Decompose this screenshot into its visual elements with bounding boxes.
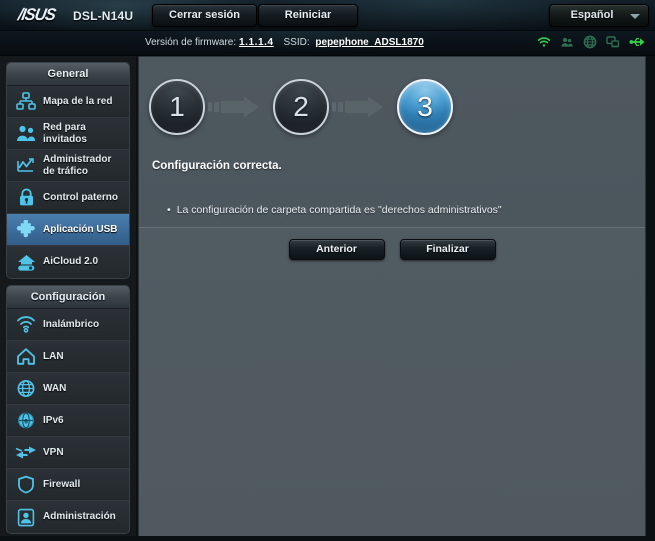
main-content-panel: 1 2 3 Configuración correcta. • La confi… (138, 56, 646, 537)
setup-wizard-panel: 1 2 3 Configuración correcta. • La confi… (139, 57, 645, 227)
result-note-item: La configuración de carpeta compartida e… (167, 204, 502, 216)
guest-network-icon[interactable] (560, 35, 574, 49)
sidebar-item-label: Administrador de tráfico (43, 154, 112, 177)
previous-button[interactable]: Anterior (288, 239, 385, 260)
result-title: Configuración correcta. (152, 160, 282, 172)
ssid-label: SSID: (283, 37, 310, 48)
language-selector-label: Español (570, 9, 614, 21)
step-3-circle[interactable]: 3 (397, 79, 453, 135)
network-map-icon (14, 92, 38, 111)
sidebar-item-lan[interactable]: LAN (7, 341, 129, 373)
top-header-bar: /ISUS DSL-N14U Cerrar sesión Reiniciar E… (0, 0, 655, 31)
sidebar-group-advanced: Configuración avanzada Inalámbrico LAN (6, 285, 130, 534)
globe-icon[interactable] (583, 35, 597, 49)
sidebar-item-label: VPN (43, 446, 64, 458)
asus-logo: /ISUS (16, 6, 57, 25)
firmware-ssid-text: Versión de firmware: 1.1.1.4 SSID: pepep… (145, 37, 424, 48)
sidebar-item-firewall[interactable]: Firewall (7, 469, 129, 501)
admin-user-icon (14, 508, 38, 527)
status-icon-tray (537, 35, 645, 49)
ssid-value[interactable]: pepephone_ADSL1870 (315, 37, 423, 48)
sidebar-item-label: Aplicación USB (43, 223, 118, 235)
step-arrow-1 (205, 94, 273, 120)
puzzle-icon (14, 220, 38, 239)
globe-icon (14, 379, 38, 398)
sidebar-item-label: Firewall (43, 478, 81, 490)
sidebar-item-label: IPv6 (43, 414, 64, 426)
step-arrow-2 (329, 94, 397, 120)
sidebar-item-wan[interactable]: WAN (7, 373, 129, 405)
sidebar-group-general: General Mapa de la red Red para invitado… (6, 62, 130, 279)
sidebar-item-guest-network[interactable]: Red para invitados (7, 118, 129, 150)
step-indicator: 1 2 3 (149, 79, 453, 135)
sidebar-item-network-map[interactable]: Mapa de la red (7, 86, 129, 118)
panel-divider (139, 227, 645, 228)
vpn-arrows-icon (14, 443, 38, 462)
sidebar-item-label: Inalámbrico (43, 318, 100, 330)
usb-icon[interactable] (629, 35, 645, 49)
sidebar-item-label: LAN (43, 350, 64, 362)
wifi-icon[interactable] (537, 35, 551, 49)
svg-text:6: 6 (24, 418, 28, 425)
home-icon (14, 347, 38, 366)
finish-button[interactable]: Finalizar (399, 239, 496, 260)
sidebar-item-label: Mapa de la red (43, 95, 113, 107)
sidebar-item-label: Red para invitados (43, 122, 87, 145)
sidebar-item-administration[interactable]: Administración (7, 501, 129, 533)
sidebar-item-aicloud[interactable]: AiCloud 2.0 (7, 246, 129, 278)
sidebar-item-vpn[interactable]: VPN (7, 437, 129, 469)
sidebar-item-usb-application[interactable]: Aplicación USB (7, 214, 129, 246)
firmware-version-value[interactable]: 1.1.1.4 (239, 37, 274, 48)
wizard-action-panel: Anterior Finalizar (139, 227, 645, 537)
sidebar-item-traffic-manager[interactable]: Administrador de tráfico (7, 150, 129, 182)
bottom-edge-frame (0, 536, 655, 541)
traffic-chart-icon (14, 156, 38, 175)
guest-users-icon (14, 124, 38, 143)
sidebar-item-wireless[interactable]: Inalámbrico (7, 309, 129, 341)
sidebar-item-ipv6[interactable]: 6 IPv6 (7, 405, 129, 437)
language-selector[interactable]: Español (549, 4, 649, 27)
wizard-button-row: Anterior Finalizar (139, 239, 645, 260)
sidebar-item-label: AiCloud 2.0 (43, 256, 99, 268)
sidebar-group-title-general: General (7, 63, 129, 86)
step-1-circle[interactable]: 1 (149, 79, 205, 135)
chevron-down-icon (630, 14, 640, 19)
sidebar-item-label: WAN (43, 382, 67, 394)
cloud-home-icon (14, 253, 38, 272)
logout-button[interactable]: Cerrar sesión (152, 4, 257, 27)
ipv6-globe-icon: 6 (14, 411, 38, 430)
sidebar-item-parental-control[interactable]: Control paterno (7, 182, 129, 214)
sidebar-navigation: General Mapa de la red Red para invitado… (0, 56, 136, 541)
router-model-label: DSL-N14U (73, 9, 134, 23)
step-2-circle[interactable]: 2 (273, 79, 329, 135)
shield-icon (14, 475, 38, 494)
sidebar-item-label: Administración (43, 511, 116, 523)
devices-icon[interactable] (606, 35, 620, 49)
wifi-icon (14, 315, 38, 334)
sidebar-item-label: Control paterno (43, 191, 118, 203)
right-edge-frame (646, 56, 655, 541)
firmware-version-label: Versión de firmware: (145, 37, 237, 48)
firmware-info-bar: Versión de firmware: 1.1.1.4 SSID: pepep… (0, 31, 655, 56)
lock-icon (14, 188, 38, 207)
reboot-button[interactable]: Reiniciar (258, 4, 358, 27)
sidebar-group-title-advanced: Configuración avanzada (7, 286, 129, 326)
